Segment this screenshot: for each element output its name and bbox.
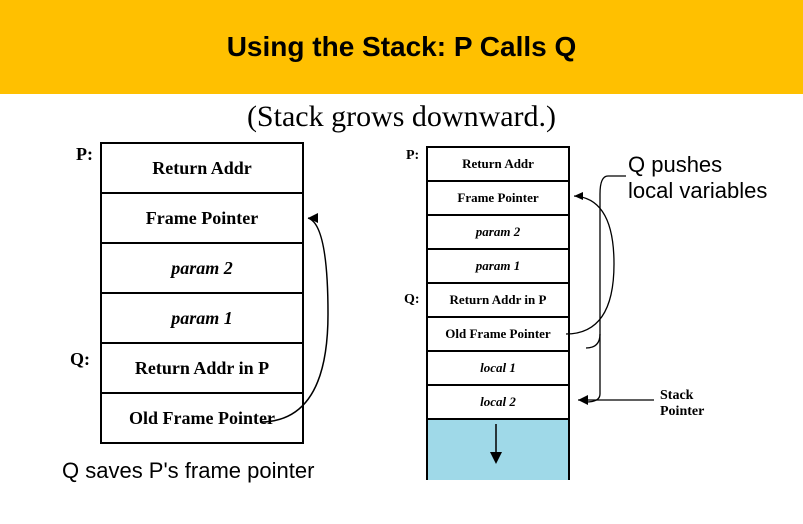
- left-cell-old-frame-pointer: Old Frame Pointer: [102, 394, 302, 444]
- right-cell-frame-pointer: Frame Pointer: [428, 182, 568, 216]
- left-cell-return-addr: Return Addr: [102, 144, 302, 194]
- right-cell-local1: local 1: [428, 352, 568, 386]
- note-stack-pointer: Stack Pointer: [660, 388, 704, 420]
- left-caption: Q saves P's frame pointer: [62, 458, 314, 484]
- note-pushes-locals: Q pushes local variables: [628, 152, 767, 205]
- right-cell-old-frame-pointer: Old Frame Pointer: [428, 318, 568, 352]
- diagram-area: P: Q: Return Addr Frame Pointer param 2 …: [0, 134, 803, 524]
- left-cell-param1: param 1: [102, 294, 302, 344]
- right-cell-param1: param 1: [428, 250, 568, 284]
- right-q-label: Q:: [404, 292, 420, 308]
- right-cell-return-addr: Return Addr: [428, 148, 568, 182]
- left-p-label: P:: [76, 144, 93, 165]
- left-q-label: Q:: [70, 349, 90, 370]
- right-stack: Return Addr Frame Pointer param 2 param …: [426, 146, 570, 480]
- left-cell-param2: param 2: [102, 244, 302, 294]
- right-p-label: P:: [406, 148, 419, 164]
- right-cell-local2: local 2: [428, 386, 568, 420]
- title-banner: Using the Stack: P Calls Q: [0, 0, 803, 94]
- left-stack: Return Addr Frame Pointer param 2 param …: [100, 142, 304, 444]
- right-stack-free-space: [428, 420, 568, 480]
- right-cell-param2: param 2: [428, 216, 568, 250]
- left-cell-return-addr-in-p: Return Addr in P: [102, 344, 302, 394]
- slide-title: Using the Stack: P Calls Q: [227, 31, 577, 63]
- left-cell-frame-pointer: Frame Pointer: [102, 194, 302, 244]
- subtitle: (Stack grows downward.): [0, 100, 803, 134]
- right-cell-return-addr-in-p: Return Addr in P: [428, 284, 568, 318]
